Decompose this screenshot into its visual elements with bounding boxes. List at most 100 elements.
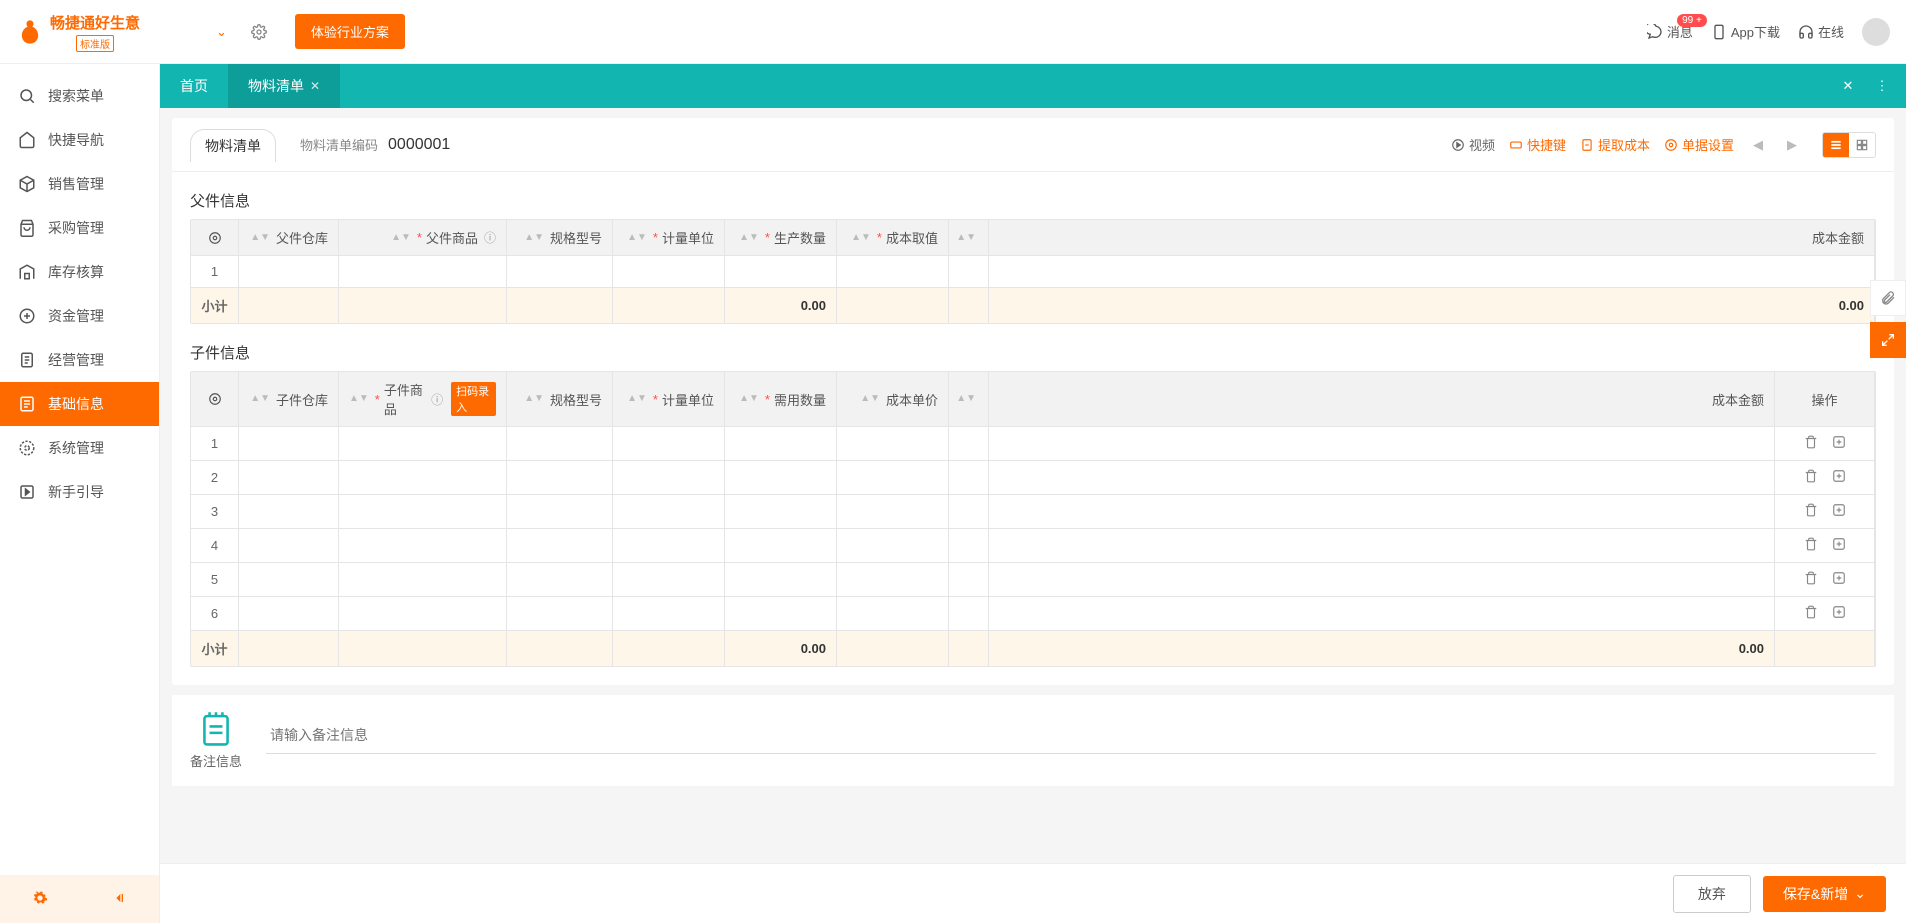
cell-child-unit[interactable] [613,597,725,630]
sidebar-collapse-button[interactable] [111,890,127,909]
cell-child-warehouse[interactable] [239,597,339,630]
col-gear[interactable] [191,220,239,255]
attachment-button[interactable] [1870,280,1906,316]
cell-child-unit[interactable] [613,563,725,596]
cell-parent-qty[interactable] [725,256,837,287]
child-table-row[interactable]: 5 [191,562,1875,596]
cell-child-spec[interactable] [507,529,613,562]
sidebar-item-guide[interactable]: 新手引导 [0,470,159,514]
promo-button[interactable]: 体验行业方案 [295,14,405,49]
view-card-button[interactable] [1849,133,1875,157]
cell-child-warehouse[interactable] [239,427,339,460]
col-parent-product[interactable]: ▲▼*父件商品ⓘ [339,220,507,255]
cell-child-unit[interactable] [613,529,725,562]
add-row-button[interactable] [1832,469,1846,486]
add-row-button[interactable] [1832,605,1846,622]
messages-button[interactable]: 消息 99 + [1647,22,1693,41]
cell-parent-cost-method[interactable] [837,256,949,287]
add-row-button[interactable] [1832,503,1846,520]
cell-child-product[interactable] [339,495,507,528]
cell-child-unit[interactable] [613,461,725,494]
delete-row-button[interactable] [1804,503,1818,520]
sidebar-item-search[interactable]: 搜索菜单 [0,74,159,118]
delete-row-button[interactable] [1804,537,1818,554]
sidebar-item-operation[interactable]: 经营管理 [0,338,159,382]
cell-child-amount[interactable] [989,597,1775,630]
cell-child-amount[interactable] [989,563,1775,596]
sidebar-item-purchase[interactable]: 采购管理 [0,206,159,250]
cell-parent-warehouse[interactable] [239,256,339,287]
org-dropdown[interactable]: ⌄ [200,20,235,44]
cell-child-price[interactable] [837,461,949,494]
next-doc-button[interactable]: ▶ [1782,133,1802,157]
col-child-spec[interactable]: ▲▼规格型号 [507,372,613,426]
save-and-new-button[interactable]: 保存&新增 ⌄ [1763,876,1886,912]
cell-child-price[interactable] [837,597,949,630]
col-parent-qty[interactable]: ▲▼*生产数量 [725,220,837,255]
add-row-button[interactable] [1832,435,1846,452]
col-parent-spec[interactable]: ▲▼规格型号 [507,220,613,255]
org-settings-button[interactable] [245,18,273,46]
col-child-product[interactable]: ▲▼*子件商品ⓘ扫码录入 [339,372,507,426]
help-icon[interactable]: ⓘ [431,391,443,408]
close-icon[interactable]: ✕ [310,79,320,93]
col-gear[interactable] [191,372,239,426]
scan-input-badge[interactable]: 扫码录入 [451,382,496,416]
child-table-row[interactable]: 1 [191,426,1875,460]
cell-child-qty[interactable] [725,427,837,460]
child-table-row[interactable]: 6 [191,596,1875,630]
sidebar-settings-button[interactable] [32,890,48,909]
sidebar-item-inventory[interactable]: 库存核算 [0,250,159,294]
shortcut-link[interactable]: 快捷键 [1509,135,1566,154]
cell-child-price[interactable] [837,529,949,562]
cell-child-qty[interactable] [725,529,837,562]
cell-child-product[interactable] [339,529,507,562]
child-table-row[interactable]: 4 [191,528,1875,562]
tab-home[interactable]: 首页 [160,64,228,108]
tab-bom[interactable]: 物料清单 ✕ [228,64,340,108]
help-icon[interactable]: ⓘ [484,229,496,246]
view-list-button[interactable] [1823,133,1849,157]
cell-child-amount[interactable] [989,427,1775,460]
col-child-amount[interactable]: 成本金额 [989,372,1775,426]
delete-row-button[interactable] [1804,435,1818,452]
parent-table-row[interactable]: 1 [191,255,1875,287]
sidebar-item-basic-info[interactable]: 基础信息 [0,382,159,426]
cell-child-amount[interactable] [989,529,1775,562]
col-child-unit[interactable]: ▲▼*计量单位 [613,372,725,426]
prev-doc-button[interactable]: ◀ [1748,133,1768,157]
cell-child-product[interactable] [339,563,507,596]
cell-child-spec[interactable] [507,427,613,460]
delete-row-button[interactable] [1804,469,1818,486]
video-link[interactable]: 视频 [1451,135,1495,154]
cell-parent-amount[interactable] [989,256,1875,287]
cell-child-qty[interactable] [725,563,837,596]
panel-tab-bom[interactable]: 物料清单 [190,129,276,162]
cell-child-amount[interactable] [989,495,1775,528]
add-row-button[interactable] [1832,571,1846,588]
col-parent-warehouse[interactable]: ▲▼父件仓库 [239,220,339,255]
sidebar-item-finance[interactable]: 资金管理 [0,294,159,338]
cell-child-product[interactable] [339,461,507,494]
cell-child-unit[interactable] [613,427,725,460]
cell-child-spec[interactable] [507,461,613,494]
doc-settings-link[interactable]: 单据设置 [1664,135,1734,154]
user-avatar[interactable] [1862,18,1890,46]
app-download-button[interactable]: App下载 [1711,22,1780,41]
add-row-button[interactable] [1832,537,1846,554]
discard-button[interactable]: 放弃 [1673,875,1751,913]
fullscreen-button[interactable] [1870,322,1906,358]
col-child-qty[interactable]: ▲▼*需用数量 [725,372,837,426]
cell-parent-unit[interactable] [613,256,725,287]
cell-child-qty[interactable] [725,495,837,528]
child-table-row[interactable]: 2 [191,460,1875,494]
sidebar-item-system[interactable]: 系统管理 [0,426,159,470]
remark-input[interactable] [266,717,1876,754]
cell-child-warehouse[interactable] [239,461,339,494]
cell-child-warehouse[interactable] [239,529,339,562]
cell-parent-product[interactable] [339,256,507,287]
extract-cost-link[interactable]: 提取成本 [1580,135,1650,154]
cell-child-spec[interactable] [507,597,613,630]
cell-child-qty[interactable] [725,597,837,630]
cell-child-product[interactable] [339,427,507,460]
